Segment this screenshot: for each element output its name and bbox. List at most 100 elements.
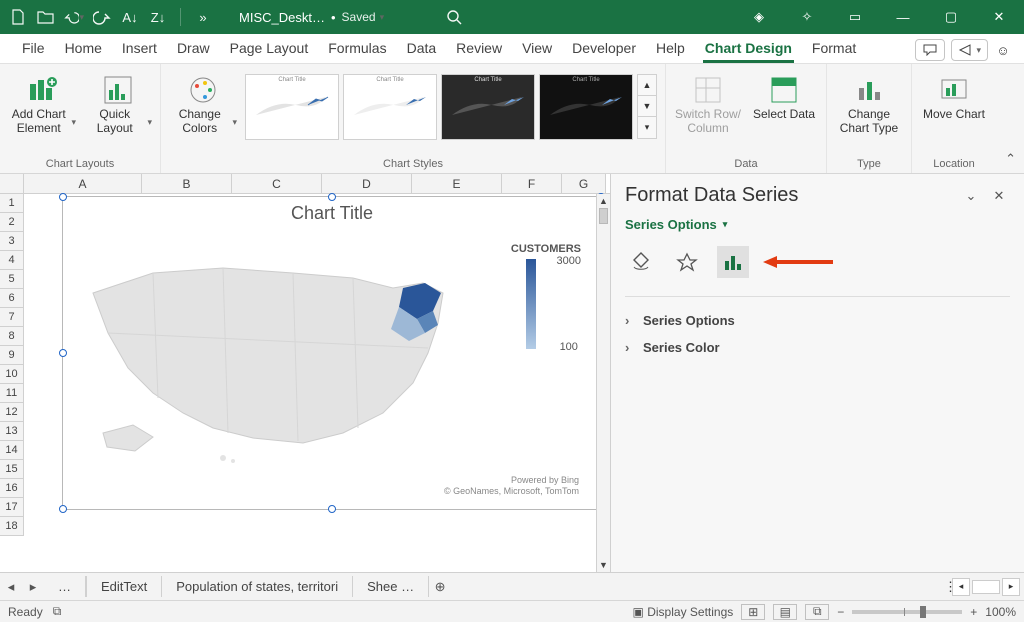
sort-desc-icon: Z↓ [148,7,168,27]
row-header[interactable]: 8 [0,327,24,346]
row-header[interactable]: 4 [0,251,24,270]
maximize-button[interactable]: ▢ [928,0,974,34]
tab-page-layout[interactable]: Page Layout [220,34,319,63]
row-header[interactable]: 6 [0,289,24,308]
sparkle-icon[interactable]: ✧ [784,0,830,34]
col-header[interactable]: D [322,174,412,193]
tab-chart-design[interactable]: Chart Design [695,34,802,63]
zoom-out-button[interactable]: − [837,605,844,619]
worksheet-grid[interactable]: A B C D E F G 12345678910111213141516171… [0,174,610,572]
overflow-icon[interactable]: » [193,7,213,27]
move-chart-button[interactable]: Move Chart [920,70,988,122]
comments-button[interactable] [915,39,945,61]
sheet-tab[interactable]: EditText [86,576,162,597]
series-options-icon[interactable] [717,246,749,278]
cells-area[interactable]: Chart Title [24,194,596,572]
embedded-chart[interactable]: Chart Title [62,196,602,510]
chart-style-4[interactable]: Chart Title [539,74,633,140]
sheet-tab[interactable]: Shee … [353,576,429,597]
row-header[interactable]: 14 [0,441,24,460]
row-header[interactable]: 2 [0,213,24,232]
display-settings-button[interactable]: ▣ Display Settings [633,605,734,619]
group-location: Move Chart Location [912,64,996,173]
row-header[interactable]: 10 [0,365,24,384]
row-header[interactable]: 12 [0,403,24,422]
chart-style-2[interactable]: Chart Title [343,74,437,140]
saved-status[interactable]: Saved▾ [342,10,385,24]
new-file-icon[interactable] [8,7,28,27]
premium-icon[interactable]: ◈ [736,0,782,34]
tab-data[interactable]: Data [397,34,447,63]
close-button[interactable]: ✕ [976,0,1022,34]
pane-options-icon[interactable]: ⌄ [960,185,982,207]
row-header[interactable]: 15 [0,460,24,479]
series-options-dropdown[interactable]: Series Options▾ [625,207,1010,240]
fill-line-icon[interactable] [625,246,657,278]
new-sheet-button[interactable]: ⊕ [429,579,451,595]
minimize-button[interactable]: — [880,0,926,34]
row-header[interactable]: 5 [0,270,24,289]
tab-file[interactable]: File [12,34,55,63]
row-header[interactable]: 17 [0,498,24,517]
select-data-button[interactable]: Select Data [750,70,818,122]
share-button[interactable]: ▾ [951,39,988,61]
tab-draw[interactable]: Draw [167,34,220,63]
collapse-ribbon-icon[interactable]: ⌃ [1005,151,1016,167]
tab-insert[interactable]: Insert [112,34,167,63]
chart-style-3[interactable]: Chart Title [441,74,535,140]
sheet-nav-prev[interactable]: ◂ [0,579,22,595]
row-header[interactable]: 1 [0,194,24,213]
undo-icon[interactable]: ▾ [64,7,84,27]
tab-review[interactable]: Review [446,34,512,63]
sheet-nav-next[interactable]: ▸ [22,579,44,595]
quick-layout-button[interactable]: Quick Layout▾ [84,70,152,136]
row-header[interactable]: 11 [0,384,24,403]
col-header[interactable]: C [232,174,322,193]
change-colors-button[interactable]: Change Colors▾ [169,70,237,136]
col-header[interactable]: A [24,174,142,193]
chart-style-1[interactable]: Chart Title [245,74,339,140]
tab-format[interactable]: Format [802,34,866,63]
row-header[interactable]: 16 [0,479,24,498]
account-icon[interactable]: ☺ [994,43,1012,58]
vertical-scrollbar[interactable]: ▲ ▼ [596,194,610,572]
search-icon[interactable] [444,7,464,27]
h-scroll-right[interactable]: ▸ [1002,578,1020,596]
tab-developer[interactable]: Developer [562,34,646,63]
tab-help[interactable]: Help [646,34,695,63]
section-series-color[interactable]: Series Color [625,334,1010,361]
tab-view[interactable]: View [512,34,562,63]
col-header[interactable]: B [142,174,232,193]
zoom-slider[interactable] [852,610,962,614]
style-gallery-controls[interactable]: ▲▼▾ [637,74,657,139]
row-header[interactable]: 13 [0,422,24,441]
h-scroll-left[interactable]: ◂ [952,578,970,596]
sheet-tab[interactable]: Population of states, territori [162,576,353,597]
tab-home[interactable]: Home [55,34,112,63]
change-chart-type-button[interactable]: Change Chart Type [835,70,903,136]
page-layout-view-button[interactable]: ▤ [773,604,797,620]
row-header[interactable]: 3 [0,232,24,251]
row-header[interactable]: 9 [0,346,24,365]
macro-record-icon[interactable]: ⧉ [53,604,62,619]
normal-view-button[interactable]: ⊞ [741,604,765,620]
page-break-view-button[interactable]: ⧉ [805,604,829,620]
pane-close-icon[interactable]: ✕ [988,185,1010,207]
effects-icon[interactable] [671,246,703,278]
col-header[interactable]: F [502,174,562,193]
zoom-level[interactable]: 100% [985,605,1016,619]
col-header[interactable]: G [562,174,606,193]
sheet-tab[interactable]: … [44,576,86,597]
zoom-in-button[interactable]: + [970,605,977,619]
chart-title[interactable]: Chart Title [63,197,601,230]
map-chart[interactable] [73,233,493,473]
col-header[interactable]: E [412,174,502,193]
add-chart-element-button[interactable]: Add Chart Element▾ [8,70,76,136]
open-folder-icon[interactable] [36,7,56,27]
tab-formulas[interactable]: Formulas [318,34,396,63]
row-header[interactable]: 7 [0,308,24,327]
section-series-options[interactable]: Series Options [625,307,1010,334]
h-scroll-track[interactable] [972,580,1000,594]
row-header[interactable]: 18 [0,517,24,536]
ribbon-display-icon[interactable]: ▭ [832,0,878,34]
